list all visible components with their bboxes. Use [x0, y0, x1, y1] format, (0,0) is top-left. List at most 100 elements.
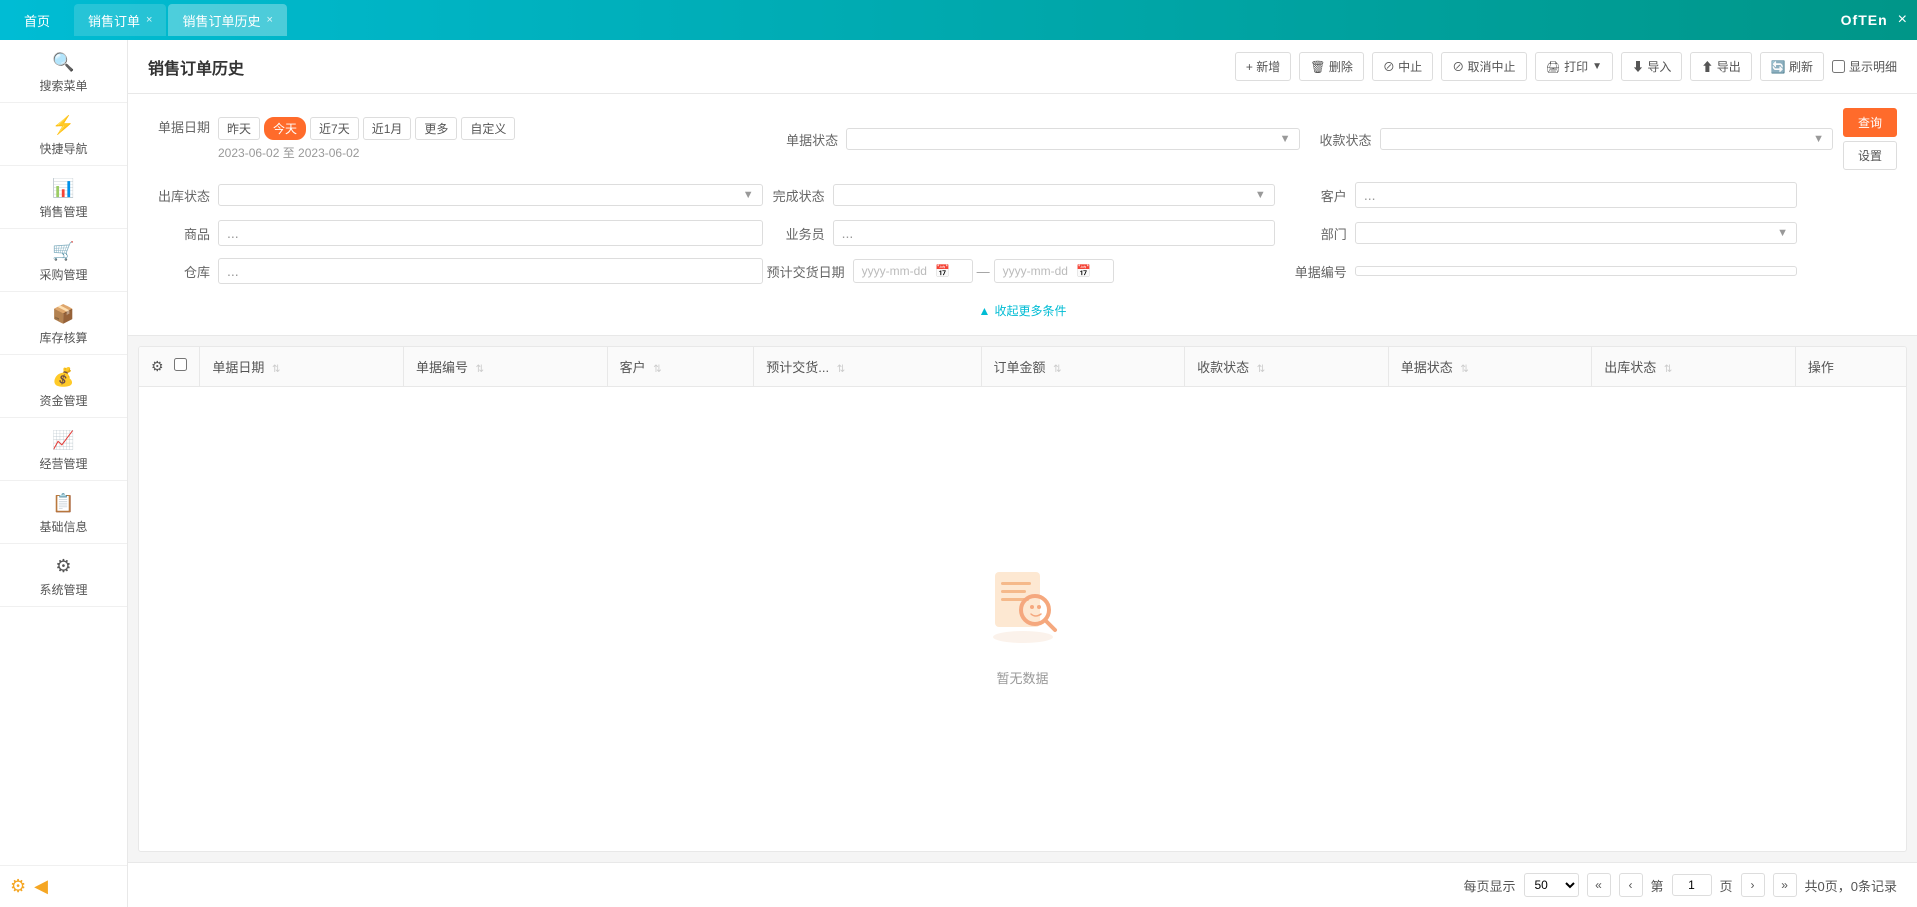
filter-row-3: 商品 ... 业务员 ... 部门 ▼	[148, 220, 1897, 246]
col-payment-status-label: 收款状态	[1197, 360, 1249, 375]
sidebar-item-quicknav[interactable]: ⚡ 快捷导航	[0, 103, 127, 166]
col-customer-label: 客户	[620, 360, 646, 375]
sidebar-item-sales[interactable]: 📊 销售管理	[0, 166, 127, 229]
settings-filter-button[interactable]: 设置	[1843, 141, 1897, 170]
outbound-status-label: 出库状态	[148, 186, 218, 205]
query-button[interactable]: 查询	[1843, 108, 1897, 137]
tab-sales-order-history[interactable]: 销售订单历史 ×	[168, 4, 286, 36]
expected-date-from-group: yyyy-mm-dd 📅 — yyyy-mm-dd 📅	[853, 259, 1114, 283]
bill-status-label: 单据状态	[776, 130, 846, 149]
sidebar-item-basics[interactable]: 📋 基础信息	[0, 481, 127, 544]
complete-status-select[interactable]: ▼	[833, 184, 1275, 206]
col-operation: 操作	[1795, 347, 1906, 387]
prev-page-btn[interactable]: ‹	[1619, 873, 1643, 897]
collapse-sidebar-icon[interactable]: ◀	[34, 876, 48, 897]
calendar-to-icon[interactable]: 📅	[1076, 264, 1091, 278]
salesperson-input[interactable]: ...	[833, 220, 1275, 246]
expected-date-from[interactable]: yyyy-mm-dd 📅	[853, 259, 973, 283]
date-range-display: 2023-06-02 至 2023-06-02	[218, 144, 515, 161]
date-custom-btn[interactable]: 自定义	[461, 117, 515, 140]
col-bill-status-sort[interactable]: ⇅	[1460, 364, 1468, 375]
display-toggle-checkbox[interactable]	[1832, 60, 1845, 73]
date-1month-btn[interactable]: 近1月	[363, 117, 412, 140]
sidebar-sales-label: 销售管理	[39, 203, 87, 220]
sidebar-item-system[interactable]: ⚙ 系统管理	[0, 544, 127, 607]
date-yesterday-btn[interactable]: 昨天	[218, 117, 260, 140]
bill-no-input[interactable]	[1355, 266, 1797, 276]
sidebar-item-purchase[interactable]: 🛒 采购管理	[0, 229, 127, 292]
import-button[interactable]: ⬇ 导入	[1621, 52, 1682, 81]
tab-sales-order-history-label: 销售订单历史	[182, 11, 260, 30]
date-more-btn[interactable]: 更多	[415, 117, 457, 140]
settings-column-icon[interactable]: ⚙	[151, 358, 164, 374]
customer-input[interactable]: ...	[1355, 182, 1797, 208]
settings-bottom-icon[interactable]: ⚙	[10, 876, 26, 897]
complete-status-arrow: ▼	[1255, 189, 1266, 201]
close-tab-sales-order[interactable]: ×	[146, 14, 152, 26]
col-date-sort[interactable]: ⇅	[272, 364, 280, 375]
sidebar: 🔍 搜索菜单 ⚡ 快捷导航 📊 销售管理 🛒 采购管理 📦 库存核算 💰 资金管…	[0, 40, 128, 907]
pagination-bar: 每页显示 50 10 20 100 « ‹ 第 页 › » 共0页，0条记录	[128, 862, 1917, 907]
department-label: 部门	[1285, 224, 1355, 243]
filter-row-4: 仓库 ... 预计交货日期 yyyy-mm-dd 📅 — yyyy	[148, 258, 1897, 284]
collapse-label: 收起更多条件	[994, 302, 1066, 319]
outbound-status-select[interactable]: ▼	[218, 184, 763, 206]
expected-date-to[interactable]: yyyy-mm-dd 📅	[994, 259, 1114, 283]
product-input[interactable]: ...	[218, 220, 763, 246]
col-outbound-status-sort[interactable]: ⇅	[1664, 364, 1672, 375]
export-button[interactable]: ⬆ 导出	[1690, 52, 1751, 81]
col-operation-label: 操作	[1808, 360, 1834, 375]
last-page-btn[interactable]: »	[1773, 873, 1797, 897]
top-right: OfTEn ×	[1841, 11, 1907, 29]
date-7days-btn[interactable]: 近7天	[310, 117, 359, 140]
customer-label: 客户	[1285, 186, 1355, 205]
refresh-button[interactable]: 🔄 刷新	[1760, 52, 1824, 81]
sidebar-operations-label: 经营管理	[39, 455, 87, 472]
filter-row-2: 出库状态 ▼ 完成状态 ▼ 客户 ...	[148, 182, 1897, 208]
home-tab[interactable]: 首页	[10, 4, 64, 36]
sidebar-item-operations[interactable]: 📈 经营管理	[0, 418, 127, 481]
empty-state: 暂无数据	[139, 387, 1906, 851]
delete-button[interactable]: 🗑 删除	[1299, 52, 1364, 81]
display-toggle[interactable]: 显示明细	[1832, 58, 1897, 75]
payment-status-select[interactable]: ▼	[1380, 128, 1833, 150]
col-expected-date-sort[interactable]: ⇅	[837, 364, 845, 375]
select-all-header: ⚙	[139, 347, 200, 387]
bill-no-label: 单据编号	[1285, 262, 1355, 281]
col-payment-status-sort[interactable]: ⇅	[1257, 364, 1265, 375]
bill-status-select[interactable]: ▼	[846, 128, 1299, 150]
new-button[interactable]: + 新增	[1235, 52, 1291, 81]
sidebar-inventory-label: 库存核算	[39, 329, 87, 346]
department-select[interactable]: ▼	[1355, 222, 1797, 244]
close-tab-sales-order-history[interactable]: ×	[266, 14, 272, 26]
sidebar-item-finance[interactable]: 💰 资金管理	[0, 355, 127, 418]
page-title: 销售订单历史	[148, 55, 244, 79]
select-all-checkbox[interactable]	[174, 358, 187, 371]
col-customer-sort[interactable]: ⇅	[653, 364, 661, 375]
sidebar-item-search[interactable]: 🔍 搜索菜单	[0, 40, 127, 103]
stop-button[interactable]: ⊘ 中止	[1372, 52, 1433, 81]
calendar-from-icon[interactable]: 📅	[935, 264, 950, 278]
sidebar-item-inventory[interactable]: 📦 库存核算	[0, 292, 127, 355]
cancel-stop-button[interactable]: ⊘ 取消中止	[1441, 52, 1526, 81]
next-page-btn[interactable]: ›	[1741, 873, 1765, 897]
col-no-sort[interactable]: ⇅	[476, 364, 484, 375]
warehouse-input[interactable]: ...	[218, 258, 763, 284]
date-today-btn[interactable]: 今天	[264, 117, 306, 140]
collapse-more-conditions[interactable]: ▲ 收起更多条件	[148, 296, 1897, 321]
sidebar-bottom: ⚙ ◀	[0, 865, 127, 907]
sidebar-basics-label: 基础信息	[39, 518, 87, 535]
top-bar: 首页 销售订单 × 销售订单历史 × OfTEn ×	[0, 0, 1917, 40]
page-number-input[interactable]	[1672, 874, 1712, 896]
first-page-btn[interactable]: «	[1587, 873, 1611, 897]
col-amount-sort[interactable]: ⇅	[1053, 364, 1061, 375]
print-button[interactable]: 🖨 打印 ▼	[1535, 52, 1613, 81]
page-size-select[interactable]: 50 10 20 100	[1524, 873, 1579, 897]
print-label: 🖨 打印	[1546, 58, 1589, 75]
col-date-label: 单据日期	[212, 360, 264, 375]
tab-sales-order[interactable]: 销售订单 ×	[74, 4, 166, 36]
date-to-placeholder: yyyy-mm-dd	[1003, 264, 1068, 278]
window-close-icon[interactable]: ×	[1898, 11, 1907, 29]
filter-row-1: 单据日期 昨天 今天 近7天 近1月 更多 自定义 2023-06-02 至 2…	[148, 108, 1897, 170]
col-expected-date: 预计交货... ⇅	[754, 347, 981, 387]
